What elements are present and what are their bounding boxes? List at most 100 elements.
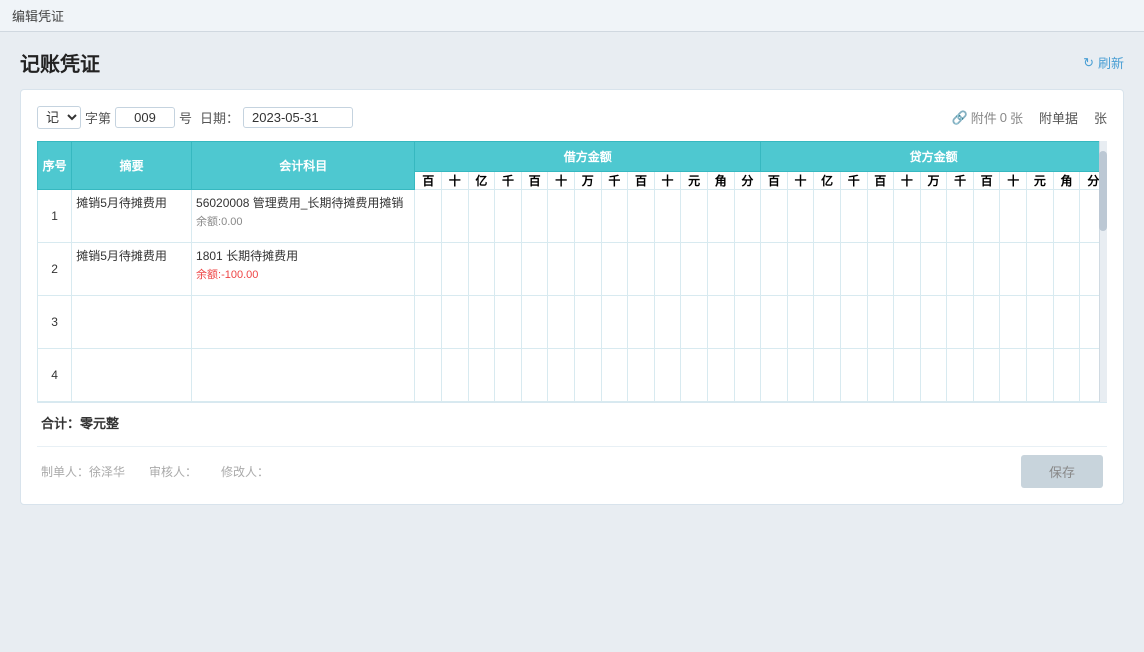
debit-cell-3-6[interactable] bbox=[574, 349, 601, 402]
credit-cell-3-11[interactable] bbox=[1053, 349, 1080, 402]
credit-cell-2-0[interactable] bbox=[761, 296, 788, 349]
credit-cell-1-3[interactable] bbox=[840, 243, 867, 296]
debit-cell-3-11[interactable] bbox=[707, 349, 734, 402]
credit-cell-1-1[interactable] bbox=[787, 243, 814, 296]
debit-cell-3-4[interactable] bbox=[521, 349, 548, 402]
credit-cell-3-6[interactable] bbox=[920, 349, 947, 402]
credit-cell-1-8[interactable] bbox=[973, 243, 1000, 296]
debit-cell-2-8[interactable] bbox=[628, 296, 655, 349]
debit-cell-3-2[interactable] bbox=[468, 349, 495, 402]
debit-cell-3-8[interactable] bbox=[628, 349, 655, 402]
debit-cell-1-6[interactable] bbox=[574, 243, 601, 296]
credit-cell-3-5[interactable] bbox=[894, 349, 921, 402]
debit-cell-0-8[interactable] bbox=[628, 190, 655, 243]
credit-cell-2-1[interactable] bbox=[787, 296, 814, 349]
debit-cell-1-8[interactable] bbox=[628, 243, 655, 296]
credit-cell-0-7[interactable] bbox=[947, 190, 974, 243]
attach-single-btn[interactable]: 附单据 bbox=[1039, 108, 1078, 127]
save-button[interactable]: 保存 bbox=[1021, 455, 1103, 488]
credit-cell-3-7[interactable] bbox=[947, 349, 974, 402]
credit-cell-2-8[interactable] bbox=[973, 296, 1000, 349]
debit-cell-0-10[interactable] bbox=[681, 190, 708, 243]
debit-cell-0-0[interactable] bbox=[415, 190, 442, 243]
debit-cell-0-4[interactable] bbox=[521, 190, 548, 243]
row-summary-3[interactable] bbox=[72, 349, 192, 402]
row-account-0[interactable]: 56020008 管理费用_长期待摊费用摊销余额:0.00 bbox=[192, 190, 415, 243]
debit-cell-2-5[interactable] bbox=[548, 296, 575, 349]
credit-cell-1-0[interactable] bbox=[761, 243, 788, 296]
credit-cell-0-10[interactable] bbox=[1027, 190, 1054, 243]
row-account-3[interactable] bbox=[192, 349, 415, 402]
credit-cell-3-3[interactable] bbox=[840, 349, 867, 402]
debit-cell-1-10[interactable] bbox=[681, 243, 708, 296]
credit-cell-1-5[interactable] bbox=[894, 243, 921, 296]
row-summary-0[interactable]: 摊销5月待摊费用 bbox=[72, 190, 192, 243]
credit-cell-3-4[interactable] bbox=[867, 349, 894, 402]
debit-cell-3-9[interactable] bbox=[654, 349, 681, 402]
credit-cell-2-7[interactable] bbox=[947, 296, 974, 349]
debit-cell-0-3[interactable] bbox=[495, 190, 522, 243]
scrollbar[interactable] bbox=[1099, 141, 1107, 402]
debit-cell-0-11[interactable] bbox=[707, 190, 734, 243]
credit-cell-0-4[interactable] bbox=[867, 190, 894, 243]
debit-cell-3-5[interactable] bbox=[548, 349, 575, 402]
debit-cell-2-2[interactable] bbox=[468, 296, 495, 349]
debit-cell-0-9[interactable] bbox=[654, 190, 681, 243]
debit-cell-0-5[interactable] bbox=[548, 190, 575, 243]
debit-cell-2-7[interactable] bbox=[601, 296, 628, 349]
debit-cell-2-1[interactable] bbox=[442, 296, 469, 349]
credit-cell-0-6[interactable] bbox=[920, 190, 947, 243]
credit-cell-2-5[interactable] bbox=[894, 296, 921, 349]
debit-cell-1-0[interactable] bbox=[415, 243, 442, 296]
debit-cell-1-9[interactable] bbox=[654, 243, 681, 296]
debit-cell-2-11[interactable] bbox=[707, 296, 734, 349]
debit-cell-2-3[interactable] bbox=[495, 296, 522, 349]
row-account-2[interactable] bbox=[192, 296, 415, 349]
credit-cell-3-10[interactable] bbox=[1027, 349, 1054, 402]
credit-cell-2-11[interactable] bbox=[1053, 296, 1080, 349]
credit-cell-0-8[interactable] bbox=[973, 190, 1000, 243]
debit-cell-0-6[interactable] bbox=[574, 190, 601, 243]
credit-cell-2-4[interactable] bbox=[867, 296, 894, 349]
debit-cell-1-12[interactable] bbox=[734, 243, 761, 296]
credit-cell-2-6[interactable] bbox=[920, 296, 947, 349]
credit-cell-3-9[interactable] bbox=[1000, 349, 1027, 402]
credit-cell-0-1[interactable] bbox=[787, 190, 814, 243]
date-input[interactable] bbox=[243, 107, 353, 128]
credit-cell-3-1[interactable] bbox=[787, 349, 814, 402]
debit-cell-2-12[interactable] bbox=[734, 296, 761, 349]
debit-cell-3-12[interactable] bbox=[734, 349, 761, 402]
credit-cell-1-10[interactable] bbox=[1027, 243, 1054, 296]
debit-cell-3-1[interactable] bbox=[442, 349, 469, 402]
debit-cell-1-3[interactable] bbox=[495, 243, 522, 296]
debit-cell-3-0[interactable] bbox=[415, 349, 442, 402]
credit-cell-1-11[interactable] bbox=[1053, 243, 1080, 296]
credit-cell-1-9[interactable] bbox=[1000, 243, 1027, 296]
row-summary-1[interactable]: 摊销5月待摊费用 bbox=[72, 243, 192, 296]
voucher-number-input[interactable] bbox=[115, 107, 175, 128]
debit-cell-1-5[interactable] bbox=[548, 243, 575, 296]
debit-cell-3-7[interactable] bbox=[601, 349, 628, 402]
debit-cell-2-10[interactable] bbox=[681, 296, 708, 349]
credit-cell-2-10[interactable] bbox=[1027, 296, 1054, 349]
debit-cell-3-3[interactable] bbox=[495, 349, 522, 402]
debit-cell-2-4[interactable] bbox=[521, 296, 548, 349]
row-summary-2[interactable] bbox=[72, 296, 192, 349]
debit-cell-2-9[interactable] bbox=[654, 296, 681, 349]
credit-cell-0-3[interactable] bbox=[840, 190, 867, 243]
credit-cell-2-2[interactable] bbox=[814, 296, 841, 349]
debit-cell-1-11[interactable] bbox=[707, 243, 734, 296]
debit-cell-0-12[interactable] bbox=[734, 190, 761, 243]
debit-cell-3-10[interactable] bbox=[681, 349, 708, 402]
refresh-button[interactable]: ↻ 刷新 bbox=[1083, 53, 1124, 72]
debit-cell-1-4[interactable] bbox=[521, 243, 548, 296]
debit-cell-0-7[interactable] bbox=[601, 190, 628, 243]
credit-cell-2-9[interactable] bbox=[1000, 296, 1027, 349]
debit-cell-2-6[interactable] bbox=[574, 296, 601, 349]
credit-cell-3-2[interactable] bbox=[814, 349, 841, 402]
debit-cell-0-2[interactable] bbox=[468, 190, 495, 243]
credit-cell-3-0[interactable] bbox=[761, 349, 788, 402]
credit-cell-2-3[interactable] bbox=[840, 296, 867, 349]
credit-cell-0-5[interactable] bbox=[894, 190, 921, 243]
debit-cell-1-7[interactable] bbox=[601, 243, 628, 296]
